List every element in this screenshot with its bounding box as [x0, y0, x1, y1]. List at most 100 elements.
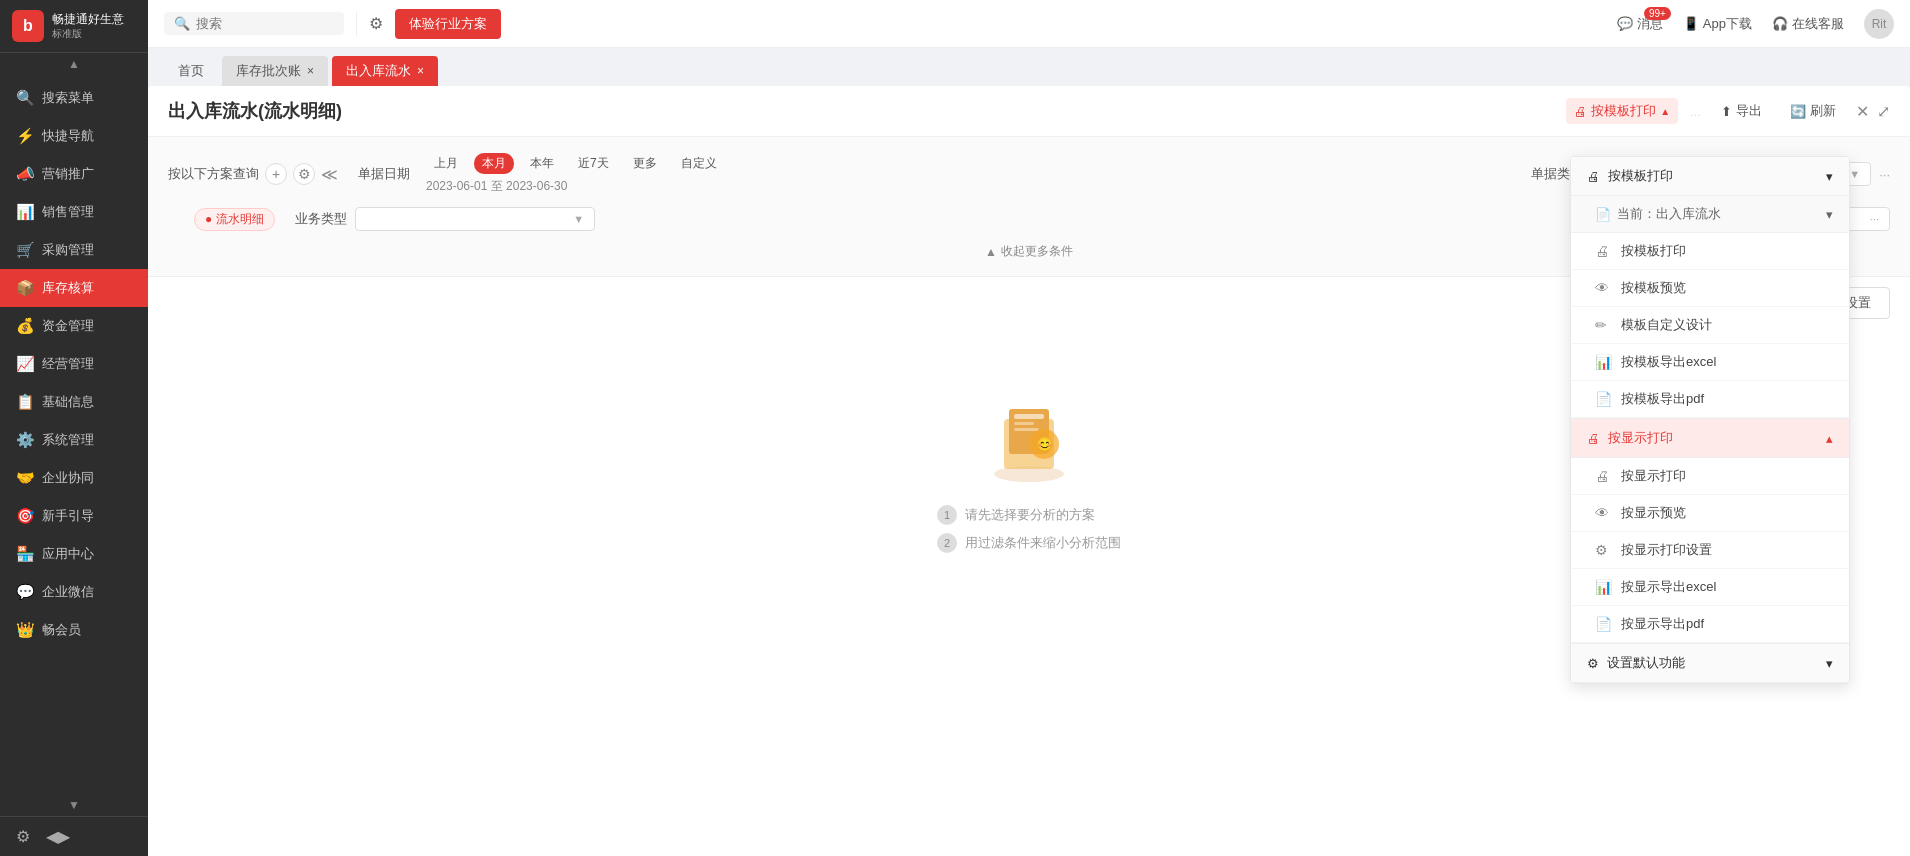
display-settings-icon: ⚙: [1595, 542, 1611, 558]
dropdown-item-template-print[interactable]: 🖨 按模板打印: [1571, 233, 1849, 270]
dropdown-item-label: 按显示打印设置: [1621, 541, 1712, 559]
tab-flow-label: 出入库流水: [346, 62, 411, 80]
dropdown-item-label: 模板自定义设计: [1621, 316, 1712, 334]
app-download-btn[interactable]: 📱 App下载: [1683, 15, 1752, 33]
dropdown-item-display-pdf[interactable]: 📄 按显示导出pdf: [1571, 606, 1849, 643]
filter-collapse-arrow[interactable]: ≪: [321, 165, 338, 184]
dropdown-collapse-icon: ▾: [1826, 169, 1833, 184]
member-icon: 👑: [16, 621, 34, 639]
display-print-icon: 🖨: [1587, 431, 1600, 446]
window-close-btn[interactable]: ✕: [1856, 102, 1869, 121]
date-range: 2023-06-01 至 2023-06-30: [426, 178, 725, 195]
empty-svg: 😊: [979, 389, 1079, 489]
sidebar-item-marketing[interactable]: 📣 营销推广: [0, 155, 148, 193]
tab-flow-close[interactable]: ×: [417, 64, 424, 78]
sidebar-item-purchase[interactable]: 🛒 采购管理: [0, 231, 148, 269]
date-tab-this-month[interactable]: 本月: [474, 153, 514, 174]
dropdown-item-label: 按显示导出excel: [1621, 578, 1716, 596]
sidebar-item-label: 营销推广: [42, 165, 94, 183]
dropdown-item-template-excel[interactable]: 📊 按模板导出excel: [1571, 344, 1849, 381]
nav-scroll-up[interactable]: ▲: [0, 53, 148, 75]
main-content: 🔍 ⚙ 体验行业方案 💬 消息 99+ 📱 App下载 🎧 在线客服 Rit: [148, 0, 1910, 856]
preview-icon: 👁: [1595, 280, 1611, 296]
filter-tag-icon: ●: [205, 212, 212, 226]
window-expand-btn[interactable]: ⤢: [1877, 102, 1890, 121]
nav-scroll-down[interactable]: ▼: [0, 794, 148, 816]
export-icon: ⬆: [1721, 104, 1732, 119]
customer-service-btn[interactable]: 🎧 在线客服: [1772, 15, 1844, 33]
sidebar-item-finance[interactable]: 💰 资金管理: [0, 307, 148, 345]
dropdown-item-label: 按显示预览: [1621, 504, 1686, 522]
sidebar-item-system[interactable]: ⚙️ 系统管理: [0, 421, 148, 459]
sidebar-item-inventory[interactable]: 📦 库存核算: [0, 269, 148, 307]
dropdown-item-template-pdf[interactable]: 📄 按模板导出pdf: [1571, 381, 1849, 418]
dropdown-item-display-preview[interactable]: 👁 按显示预览: [1571, 495, 1849, 532]
sidebar-item-base[interactable]: 📋 基础信息: [0, 383, 148, 421]
date-tab-more[interactable]: 更多: [625, 153, 665, 174]
message-btn[interactable]: 💬 消息 99+: [1617, 15, 1663, 33]
topbar-divider: [356, 12, 357, 36]
dropdown-header-template[interactable]: 🖨 按模板打印 ▾: [1571, 157, 1849, 196]
dropdown-item-display-settings[interactable]: ⚙ 按显示打印设置: [1571, 532, 1849, 569]
sidebar-item-operation[interactable]: 📈 经营管理: [0, 345, 148, 383]
sidebar-item-member[interactable]: 👑 畅会员: [0, 611, 148, 649]
current-icon: 📄: [1595, 207, 1611, 222]
dropdown-header-display-label: 按显示打印: [1608, 429, 1673, 447]
sidebar-item-sales[interactable]: 📊 销售管理: [0, 193, 148, 231]
message-icon: 💬: [1617, 16, 1633, 31]
filter-tag-active[interactable]: ● 流水明细: [194, 208, 275, 231]
step-num-2: 2: [937, 533, 957, 553]
dropdown-item-template-custom[interactable]: ✏ 模板自定义设计: [1571, 307, 1849, 344]
date-tab-last7[interactable]: 近7天: [570, 153, 617, 174]
date-tab-last-month[interactable]: 上月: [426, 153, 466, 174]
step-2-text: 用过滤条件来缩小分析范围: [965, 534, 1121, 552]
sidebar-item-label: 采购管理: [42, 241, 94, 259]
trial-button[interactable]: 体验行业方案: [395, 9, 501, 39]
search-input[interactable]: [196, 16, 316, 31]
print-template-btn[interactable]: 🖨 按模板打印 ▲: [1566, 98, 1678, 124]
export-btn[interactable]: ⬆ 导出: [1713, 98, 1770, 124]
sidebar-item-guide[interactable]: 🎯 新手引导: [0, 497, 148, 535]
dropdown-header-defaults[interactable]: ⚙ 设置默认功能 ▾: [1571, 644, 1849, 683]
tab-home[interactable]: 首页: [164, 56, 218, 86]
doc-type-more[interactable]: ···: [1879, 167, 1890, 182]
dropdown-item-display-print[interactable]: 🖨 按显示打印: [1571, 458, 1849, 495]
tab-flow[interactable]: 出入库流水 ×: [332, 56, 438, 86]
filter-biz-section: 业务类型 ▼: [295, 207, 595, 231]
sidebar-item-label: 搜索菜单: [42, 89, 94, 107]
date-tab-custom[interactable]: 自定义: [673, 153, 725, 174]
sidebar-item-shortcut[interactable]: ⚡ 快捷导航: [0, 117, 148, 155]
sidebar-item-label: 企业协同: [42, 469, 94, 487]
dropdown-item-template-preview[interactable]: 👁 按模板预览: [1571, 270, 1849, 307]
dropdown-header-display[interactable]: 🖨 按显示打印 ▴: [1571, 419, 1849, 458]
user-avatar[interactable]: Rit: [1864, 9, 1894, 39]
sidebar-item-search[interactable]: 🔍 搜索菜单: [0, 79, 148, 117]
collapse-more-btn[interactable]: ▲ 收起更多条件: [985, 243, 1073, 260]
sidebar-item-appstore[interactable]: 🏪 应用中心: [0, 535, 148, 573]
filter-date-section: 单据日期 上月 本月 本年 近7天 更多 自定义 2023-06-01 至 20…: [358, 153, 1511, 195]
refresh-btn[interactable]: 🔄 刷新: [1782, 98, 1844, 124]
sidebar-item-cooperation[interactable]: 🤝 企业协同: [0, 459, 148, 497]
user-avatar-placeholder: Rit: [1872, 17, 1887, 31]
date-tab-this-year[interactable]: 本年: [522, 153, 562, 174]
tab-batch[interactable]: 库存批次账 ×: [222, 56, 328, 86]
print-dropdown-panel: 🖨 按模板打印 ▾ 📄 当前：出入库流水 ▾ 🖨 按模板打印 👁 按模板预览: [1570, 156, 1850, 684]
topbar-gear-icon[interactable]: ⚙: [369, 14, 383, 33]
filter-settings-button[interactable]: ⚙: [293, 163, 315, 185]
tab-batch-close[interactable]: ×: [307, 64, 314, 78]
settings-footer-btn[interactable]: ⚙: [16, 827, 30, 846]
dropdown-item-display-excel[interactable]: 📊 按显示导出excel: [1571, 569, 1849, 606]
chevron-up-icon: ▲: [1660, 106, 1670, 117]
sidebar-item-wechat[interactable]: 💬 企业微信: [0, 573, 148, 611]
actions-separator: ...: [1690, 104, 1701, 119]
sidebar-item-label: 经营管理: [42, 355, 94, 373]
wechat-icon: 💬: [16, 583, 34, 601]
app-badge: 标准版: [52, 27, 124, 40]
dropdown-header-defaults-label: 设置默认功能: [1607, 654, 1685, 672]
sidebar-nav: 🔍 搜索菜单 ⚡ 快捷导航 📣 营销推广 📊 销售管理 🛒 采购管理 📦 库存核…: [0, 75, 148, 794]
refresh-label: 刷新: [1810, 102, 1836, 120]
collapse-sidebar-btn[interactable]: ◀▶: [46, 827, 70, 846]
display-excel-icon: 📊: [1595, 579, 1611, 595]
biz-type-select[interactable]: ▼: [355, 207, 595, 231]
filter-add-button[interactable]: +: [265, 163, 287, 185]
